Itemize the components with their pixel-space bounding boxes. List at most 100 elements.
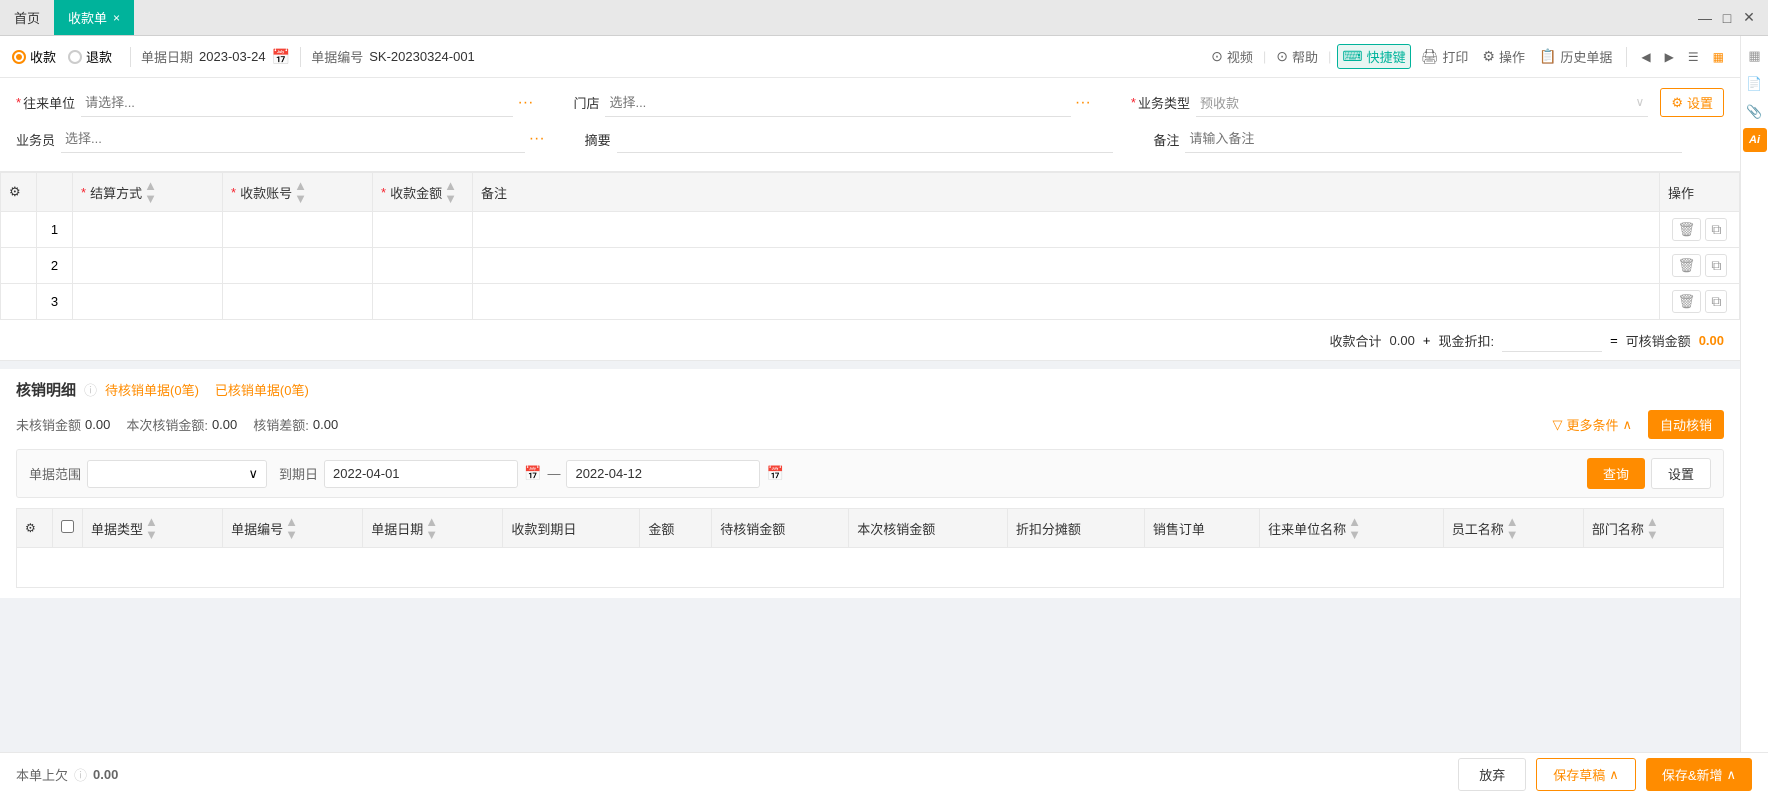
biz-type-arrow-icon: ∨ [1636,95,1645,109]
sort-staff-icon[interactable]: ▲▼ [1506,515,1519,541]
row-1-account[interactable] [223,212,373,248]
auto-writeoff-button[interactable]: 自动核销 [1648,410,1724,439]
receipt-table: ⚙ * 结算方式 ▲▼ * 收款账号 ▲▼ [0,172,1740,320]
search-form: 单据范围 ∨ 到期日 📅 — 📅 查询 设置 [16,449,1724,498]
more-conditions-btn[interactable]: ▽ 更多条件 ∧ [1552,415,1632,434]
row-2-amount[interactable] [373,248,473,284]
current-stat: 本次核销金额: 0.00 [126,415,237,434]
remark-input[interactable] [1185,125,1682,153]
unchecked-value: 0.00 [85,417,110,432]
sort-partner-icon[interactable]: ▲▼ [1348,515,1361,541]
this-order-value: 0.00 [93,767,118,782]
calendar-end-icon[interactable]: 📅 [766,465,783,482]
writeoff-info-icon[interactable]: ⓘ [84,380,97,399]
operation-icon: ⚙ [1482,48,1495,65]
sort-dept-icon[interactable]: ▲▼ [1646,515,1659,541]
abandon-button[interactable]: 放弃 [1458,758,1526,791]
prev-action[interactable]: ◀ [1637,48,1654,66]
staff-input[interactable] [61,125,525,153]
store-more-icon[interactable]: ··· [1075,94,1091,112]
row-3-account[interactable] [223,284,373,320]
calendar-start-icon[interactable]: 📅 [524,465,541,482]
row-1-amount[interactable] [373,212,473,248]
sidebar-clip-icon[interactable]: 📎 [1743,100,1767,124]
layout-grid-action[interactable]: ▦ [1709,48,1728,66]
minimize-button[interactable]: — [1694,7,1716,29]
biz-type-select[interactable]: 预收款 ∨ [1196,89,1648,117]
due-date-end-input[interactable] [566,460,760,488]
calendar-icon[interactable]: 📅 [272,48,291,66]
row-2-settlement[interactable] [73,248,223,284]
required-mark: * [16,95,21,110]
settings-button[interactable]: ⚙ 设置 [1660,88,1724,117]
staff-more-icon[interactable]: ··· [529,130,545,148]
done-tab-link[interactable]: 已核销单据(0笔) [215,380,309,399]
row-3-settlement[interactable] [73,284,223,320]
close-button[interactable]: ✕ [1738,7,1760,29]
layout-list-action[interactable]: ☰ [1684,48,1703,66]
store-field: 门店 ··· [573,89,1090,117]
row-3-copy-icon[interactable]: ⧉ [1705,290,1727,313]
row-2-copy-icon[interactable]: ⧉ [1705,254,1727,277]
col-pending-header: 待核销金额 [712,509,849,548]
row-2-delete-icon[interactable]: 🗑 [1672,254,1702,277]
partner-more-icon[interactable]: ··· [517,94,533,112]
partner-label: 往来单位 [23,93,75,112]
summary-input[interactable] [617,125,1114,153]
discount-input[interactable] [1502,328,1602,352]
close-tab-icon[interactable]: × [113,11,120,25]
toolbar: 收款 退款 单据日期 2023-03-24 📅 单据编号 SK-20230324… [0,36,1740,78]
sort-amount-icon[interactable]: ▲▼ [444,179,457,205]
radio-receipt[interactable]: 收款 [12,47,56,66]
settings-button-2[interactable]: 设置 [1651,458,1711,489]
partner-input[interactable] [81,89,513,117]
col-discount-header: 折扣分摊额 [1007,509,1144,548]
sidebar-doc-icon[interactable]: 📄 [1743,72,1767,96]
due-date-start-input[interactable] [324,460,518,488]
col-settings-header[interactable]: ⚙ [1,173,37,212]
doc-range-select[interactable]: ∨ [87,460,267,488]
doc-date-value[interactable]: 2023-03-24 [199,49,266,64]
doc-no-value[interactable]: SK-20230324-001 [369,49,475,64]
row-3-amount[interactable] [373,284,473,320]
draft-button[interactable]: 保存草稿 ∧ [1536,758,1636,791]
next-action[interactable]: ▶ [1661,48,1678,66]
tab-receipt[interactable]: 收款单 × [54,0,134,35]
row-3-delete-icon[interactable]: 🗑 [1672,290,1702,313]
history-action[interactable]: 📋 历史单据 [1535,45,1616,68]
col-checkbox-header[interactable] [53,509,83,548]
operation-action[interactable]: ⚙ 操作 [1478,45,1529,68]
row-1-copy-icon[interactable]: ⧉ [1705,218,1727,241]
col-doc-type-header: 单据类型 ▲▼ [83,509,223,548]
doc-range-field: 单据范围 ∨ [29,460,267,488]
sidebar-ai-icon[interactable]: Ai [1743,128,1767,152]
row-2-remark[interactable] [473,248,1660,284]
sort-doc-no-icon[interactable]: ▲▼ [285,515,298,541]
query-button[interactable]: 查询 [1587,458,1645,489]
divider-1 [130,47,131,67]
pending-tab-link[interactable]: 待核销单据(0笔) [105,380,199,399]
radio-refund[interactable]: 退款 [68,47,112,66]
row-1-settlement[interactable] [73,212,223,248]
remark-field: 备注 [1153,125,1682,153]
shortcut-action[interactable]: ⌨ 快捷键 [1337,44,1410,69]
save-button[interactable]: 保存&新增 ∧ [1646,758,1752,791]
sidebar-table-icon[interactable]: ▦ [1743,44,1767,68]
video-action[interactable]: ⊙ 视频 [1207,45,1257,68]
row-3-remark[interactable] [473,284,1660,320]
sort-settlement-icon[interactable]: ▲▼ [144,179,157,205]
row-1-remark[interactable] [473,212,1660,248]
sort-doc-type-icon[interactable]: ▲▼ [145,515,158,541]
help-action[interactable]: ⊙ 帮助 [1272,45,1322,68]
col-settings-2-header[interactable]: ⚙ [17,509,53,548]
sort-doc-date-icon[interactable]: ▲▼ [425,515,438,541]
row-1-delete-icon[interactable]: 🗑 [1672,218,1702,241]
maximize-button[interactable]: □ [1716,7,1738,29]
tab-home[interactable]: 首页 [0,0,54,35]
row-2-account[interactable] [223,248,373,284]
store-input[interactable] [605,89,1070,117]
sort-account-icon[interactable]: ▲▼ [294,179,307,205]
select-all-checkbox[interactable] [61,520,74,533]
filter-icon: ▽ [1552,417,1562,433]
print-action[interactable]: 🖨 打印 [1417,45,1473,68]
